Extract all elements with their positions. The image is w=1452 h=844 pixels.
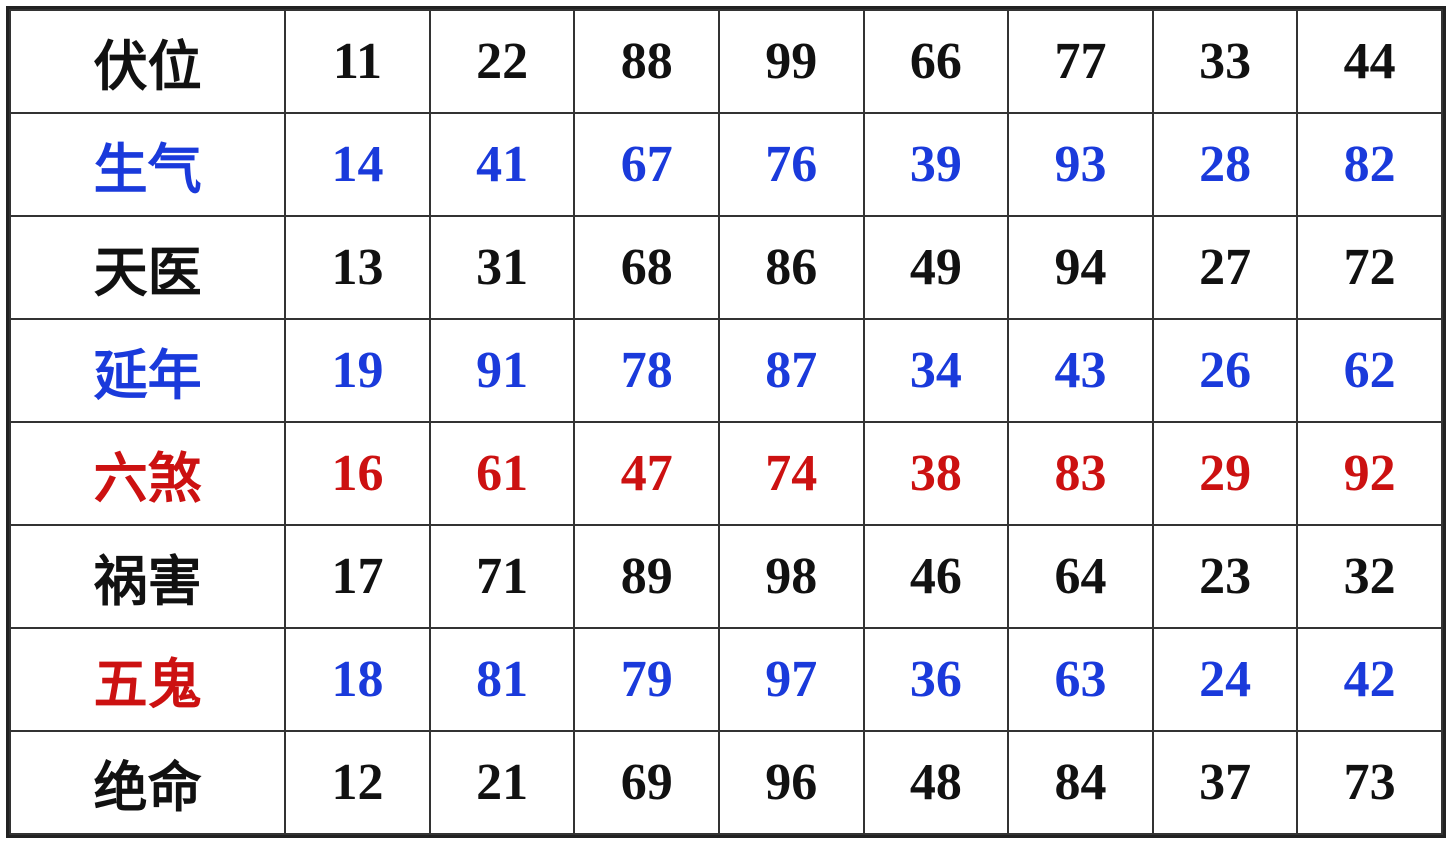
table-row: 天医1331688649942772 <box>10 216 1442 319</box>
table-cell: 76 <box>719 113 864 216</box>
table-cell: 49 <box>864 216 1009 319</box>
table-cell: 33 <box>1153 10 1298 113</box>
row-label: 伏位 <box>10 10 285 113</box>
table-cell: 61 <box>430 422 575 525</box>
table-cell: 99 <box>719 10 864 113</box>
table-row: 祸害1771899846642332 <box>10 525 1442 628</box>
table-cell: 28 <box>1153 113 1298 216</box>
row-label: 五鬼 <box>10 628 285 731</box>
table-cell: 48 <box>864 731 1009 834</box>
table-cell: 17 <box>285 525 430 628</box>
table-cell: 84 <box>1008 731 1153 834</box>
table-cell: 36 <box>864 628 1009 731</box>
table-cell: 64 <box>1008 525 1153 628</box>
table-cell: 88 <box>574 10 719 113</box>
table-row: 伏位1122889966773344 <box>10 10 1442 113</box>
table-cell: 66 <box>864 10 1009 113</box>
table-row: 生气1441677639932882 <box>10 113 1442 216</box>
table-cell: 46 <box>864 525 1009 628</box>
table-cell: 94 <box>1008 216 1153 319</box>
table-cell: 96 <box>719 731 864 834</box>
table-cell: 26 <box>1153 319 1298 422</box>
table-cell: 67 <box>574 113 719 216</box>
table-cell: 62 <box>1297 319 1442 422</box>
table-cell: 79 <box>574 628 719 731</box>
table-cell: 41 <box>430 113 575 216</box>
row-label: 天医 <box>10 216 285 319</box>
table-cell: 19 <box>285 319 430 422</box>
table-cell: 23 <box>1153 525 1298 628</box>
table-cell: 63 <box>1008 628 1153 731</box>
table-row: 延年1991788734432662 <box>10 319 1442 422</box>
table-cell: 32 <box>1297 525 1442 628</box>
table-cell: 16 <box>285 422 430 525</box>
table-cell: 72 <box>1297 216 1442 319</box>
table-cell: 98 <box>719 525 864 628</box>
table-row: 六煞1661477438832992 <box>10 422 1442 525</box>
table-cell: 93 <box>1008 113 1153 216</box>
row-label: 生气 <box>10 113 285 216</box>
table-cell: 13 <box>285 216 430 319</box>
table-cell: 34 <box>864 319 1009 422</box>
row-label: 祸害 <box>10 525 285 628</box>
table-cell: 27 <box>1153 216 1298 319</box>
table-cell: 21 <box>430 731 575 834</box>
table-cell: 69 <box>574 731 719 834</box>
table-cell: 37 <box>1153 731 1298 834</box>
table-cell: 11 <box>285 10 430 113</box>
table-row: 绝命1221699648843773 <box>10 731 1442 834</box>
table-cell: 43 <box>1008 319 1153 422</box>
table-cell: 74 <box>719 422 864 525</box>
row-label: 六煞 <box>10 422 285 525</box>
table-cell: 38 <box>864 422 1009 525</box>
table-cell: 12 <box>285 731 430 834</box>
table-cell: 97 <box>719 628 864 731</box>
table-cell: 77 <box>1008 10 1153 113</box>
table-cell: 87 <box>719 319 864 422</box>
table-cell: 39 <box>864 113 1009 216</box>
table-cell: 44 <box>1297 10 1442 113</box>
table-cell: 91 <box>430 319 575 422</box>
row-label: 绝命 <box>10 731 285 834</box>
table-cell: 89 <box>574 525 719 628</box>
table-cell: 31 <box>430 216 575 319</box>
table-cell: 86 <box>719 216 864 319</box>
table-cell: 71 <box>430 525 575 628</box>
table-cell: 47 <box>574 422 719 525</box>
table-cell: 14 <box>285 113 430 216</box>
table-cell: 92 <box>1297 422 1442 525</box>
data-table: 伏位1122889966773344生气1441677639932882天医13… <box>9 9 1443 835</box>
table-cell: 73 <box>1297 731 1442 834</box>
row-label: 延年 <box>10 319 285 422</box>
table-cell: 83 <box>1008 422 1153 525</box>
table-cell: 22 <box>430 10 575 113</box>
main-table-container: 伏位1122889966773344生气1441677639932882天医13… <box>6 6 1446 838</box>
table-cell: 24 <box>1153 628 1298 731</box>
table-cell: 68 <box>574 216 719 319</box>
table-cell: 82 <box>1297 113 1442 216</box>
table-row: 五鬼1881799736632442 <box>10 628 1442 731</box>
table-cell: 81 <box>430 628 575 731</box>
table-cell: 29 <box>1153 422 1298 525</box>
table-cell: 42 <box>1297 628 1442 731</box>
table-cell: 78 <box>574 319 719 422</box>
table-cell: 18 <box>285 628 430 731</box>
